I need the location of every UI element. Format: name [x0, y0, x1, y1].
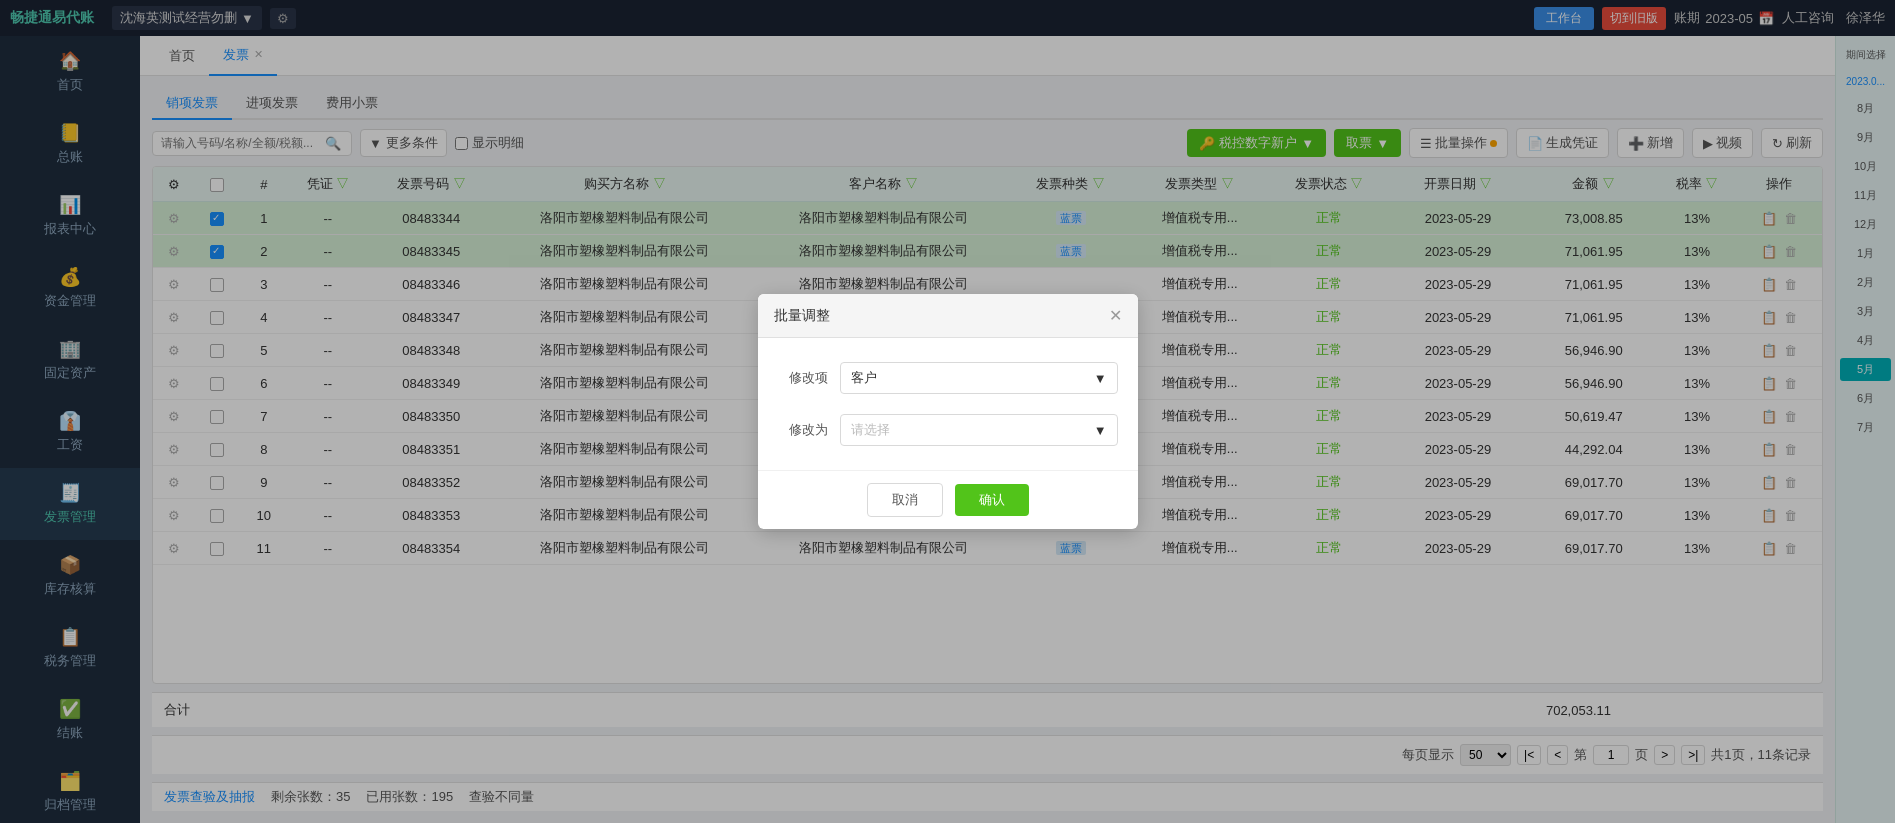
cancel-button[interactable]: 取消 — [867, 483, 943, 517]
modal-field-row: 修改项 客户 ▼ — [778, 362, 1118, 394]
chevron-down-icon: ▼ — [1094, 423, 1107, 438]
batch-adjust-modal: 批量调整 ✕ 修改项 客户 ▼ 修改为 请选择 ▼ 取消 确认 — [758, 294, 1138, 529]
modal-close-icon[interactable]: ✕ — [1109, 306, 1122, 325]
modal-field-label: 修改项 — [778, 369, 828, 387]
modal-change-placeholder: 请选择 — [851, 421, 890, 439]
modal-footer: 取消 确认 — [758, 470, 1138, 529]
modal-change-select[interactable]: 请选择 ▼ — [840, 414, 1118, 446]
modal-field-select[interactable]: 客户 ▼ — [840, 362, 1118, 394]
modal-change-label: 修改为 — [778, 421, 828, 439]
modal-field-value: 客户 — [851, 369, 877, 387]
modal-overlay: 批量调整 ✕ 修改项 客户 ▼ 修改为 请选择 ▼ 取消 确认 — [0, 0, 1895, 823]
chevron-down-icon: ▼ — [1094, 371, 1107, 386]
modal-header: 批量调整 ✕ — [758, 294, 1138, 338]
modal-title: 批量调整 — [774, 307, 830, 325]
modal-body: 修改项 客户 ▼ 修改为 请选择 ▼ — [758, 338, 1138, 470]
confirm-button[interactable]: 确认 — [955, 484, 1029, 516]
modal-change-row: 修改为 请选择 ▼ — [778, 414, 1118, 446]
